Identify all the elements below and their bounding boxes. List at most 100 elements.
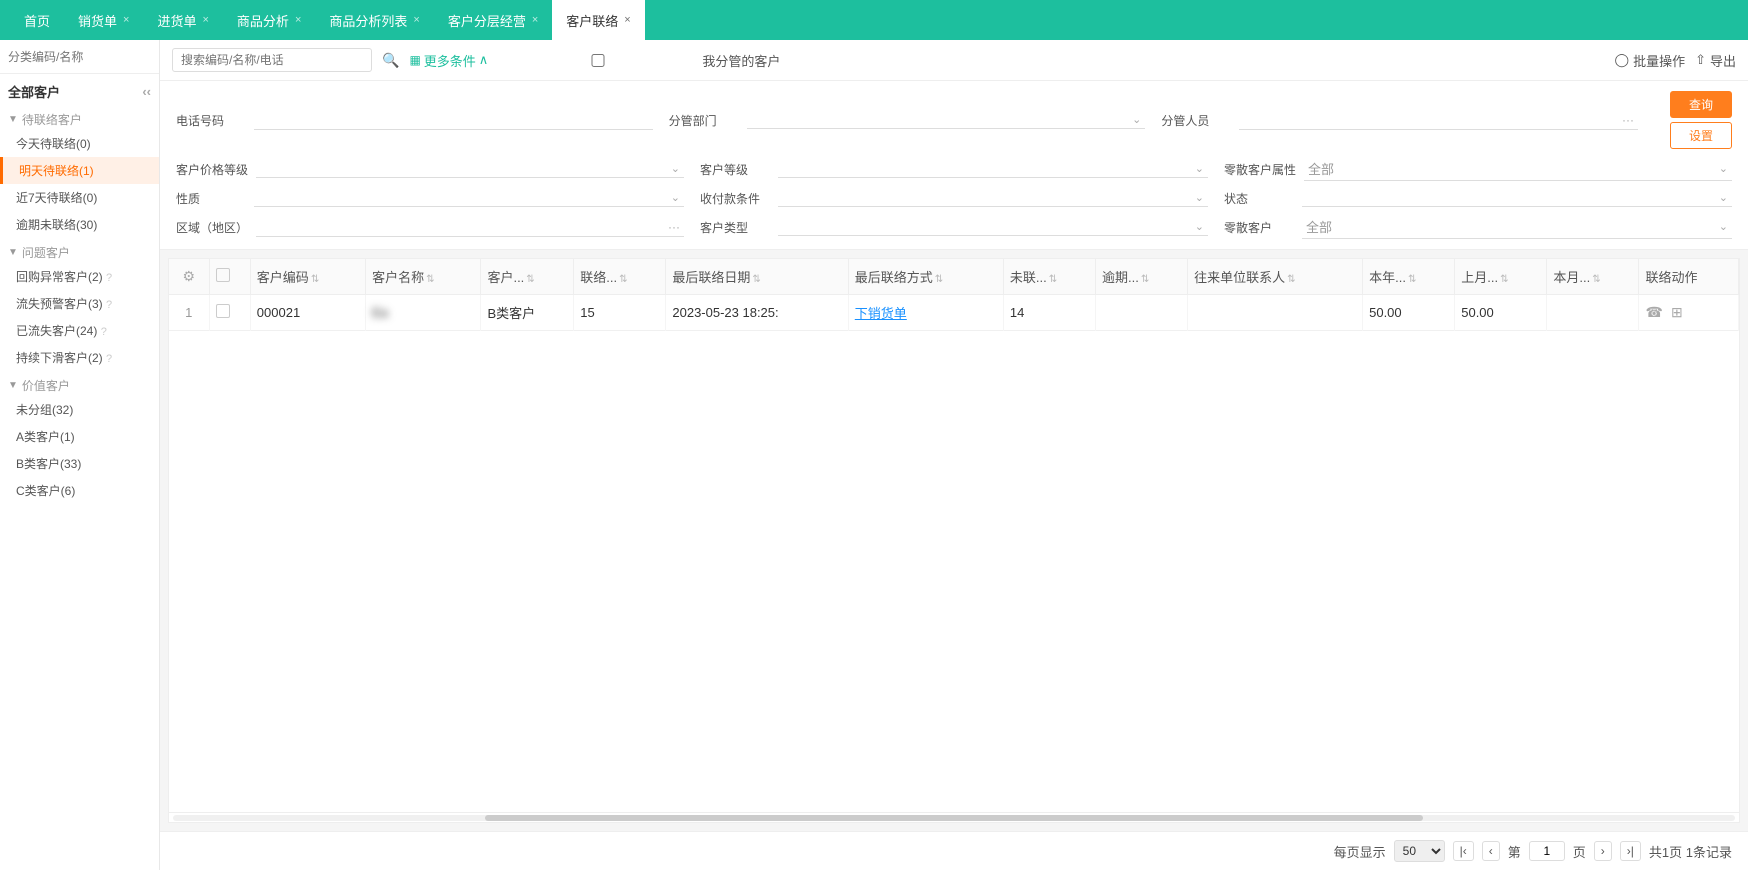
nav-close-icon-客户分层经营[interactable]: ×	[532, 14, 538, 26]
sidebar-search-input[interactable]	[8, 50, 160, 64]
nav-close-icon-客户联络[interactable]: ×	[624, 14, 630, 26]
filter-nature-label: 性质	[176, 190, 246, 207]
filter-dept-select[interactable]: ⌄	[747, 111, 1146, 129]
filter-nature-select[interactable]: ⌄	[254, 189, 684, 207]
cell-2: 000021	[250, 295, 365, 331]
filter-retail-select[interactable]: 全部⌄	[1302, 215, 1732, 239]
filter-row-3: 性质 ⌄ 收付款条件 ⌄ 状态 ⌄	[176, 189, 1732, 207]
sidebar-group-待联络客户[interactable]: ▼待联络客户	[0, 105, 159, 130]
nav-item-商品分析[interactable]: 商品分析×	[223, 0, 315, 40]
filter-region-select[interactable]: ···	[256, 218, 684, 237]
sidebar-item-B类客户(33)[interactable]: B类客户(33)	[0, 450, 159, 477]
sidebar-item-已流失客户(24)[interactable]: 已流失客户(24) ?	[0, 317, 159, 344]
filter-phone-input[interactable]	[254, 111, 653, 130]
more-action-icon[interactable]: ⊞	[1671, 304, 1683, 321]
sidebar-item-今天待联络(0)[interactable]: 今天待联络(0)	[0, 130, 159, 157]
last-page-btn[interactable]: ›|	[1620, 841, 1641, 861]
col-客户编码[interactable]: 客户编码⇅	[250, 259, 365, 295]
my-customers-checkbox[interactable]	[498, 54, 698, 67]
nav-close-icon-商品分析列表[interactable]: ×	[413, 14, 419, 26]
nav-item-销货单[interactable]: 销货单×	[64, 0, 143, 40]
filter-status-select[interactable]: ⌄	[1302, 189, 1732, 207]
gear-icon[interactable]: ⚙	[182, 268, 195, 284]
cell-1[interactable]	[209, 295, 250, 331]
col-客户...[interactable]: 客户...⇅	[481, 259, 574, 295]
filter-customer-level-select[interactable]: ⌄	[778, 160, 1208, 178]
query-btn[interactable]: 查询	[1670, 91, 1732, 118]
page-input[interactable]	[1529, 841, 1565, 861]
dept-caret-icon: ⌄	[1132, 113, 1141, 126]
contact-icon[interactable]: ☎	[1645, 304, 1662, 321]
region-more-icon[interactable]: ···	[668, 220, 680, 234]
cell-12: 50.00	[1455, 295, 1547, 331]
all-customers-header: 全部客户 ‹‹	[0, 74, 159, 105]
filter-payment-select[interactable]: ⌄	[778, 189, 1208, 207]
nav-item-进货单[interactable]: 进货单×	[143, 0, 222, 40]
row-checkbox[interactable]	[216, 304, 230, 318]
help-icon[interactable]: ?	[106, 299, 112, 311]
sidebar-item-明天待联络(1)[interactable]: 明天待联络(1)	[0, 157, 159, 184]
col-客户名称[interactable]: 客户名称⇅	[366, 259, 481, 295]
col-最后联络日期[interactable]: 最后联络日期⇅	[666, 259, 848, 295]
col-往来单位联系人[interactable]: 往来单位联系人⇅	[1188, 259, 1363, 295]
nav-close-icon-商品分析[interactable]: ×	[295, 14, 301, 26]
col-最后联络方式[interactable]: 最后联络方式⇅	[848, 259, 1003, 295]
nav-item-商品分析列表[interactable]: 商品分析列表×	[315, 0, 433, 40]
person-more-icon[interactable]: ···	[1622, 113, 1634, 127]
sidebar-item-未分组(32)[interactable]: 未分组(32)	[0, 396, 159, 423]
sidebar-item-逾期未联络(30)[interactable]: 逾期未联络(30)	[0, 211, 159, 238]
sidebar-item-近7天待联络(0)[interactable]: 近7天待联络(0)	[0, 184, 159, 211]
help-icon[interactable]: ?	[106, 353, 112, 365]
col-本月...[interactable]: 本月...⇅	[1547, 259, 1639, 295]
help-icon[interactable]: ?	[101, 326, 107, 338]
filter-region-field: 区域（地区） ···	[176, 218, 684, 237]
nav-item-客户分层经营[interactable]: 客户分层经营×	[434, 0, 552, 40]
more-filter-btn[interactable]: ▦ 更多条件 ∧	[409, 51, 488, 70]
sidebar-item-A类客户(1)[interactable]: A类客户(1)	[0, 423, 159, 450]
filter-dept-field: 分管部门 ⌄	[669, 111, 1146, 129]
prev-page-btn[interactable]: ‹	[1482, 841, 1500, 861]
filter-type-select[interactable]: ⌄	[778, 218, 1208, 236]
table-body: 1000021EaB类客户152023-05-23 18:25:下销货单1450…	[169, 295, 1739, 331]
cell-4: B类客户	[481, 295, 574, 331]
export-btn[interactable]: ⇧ 导出	[1695, 51, 1736, 70]
nav-close-icon-进货单[interactable]: ×	[202, 14, 208, 26]
nav-close-icon-销货单[interactable]: ×	[123, 14, 129, 26]
col-上月...[interactable]: 上月...⇅	[1455, 259, 1547, 295]
col-逾期...[interactable]: 逾期...⇅	[1096, 259, 1188, 295]
filter-status-field: 状态 ⌄	[1224, 189, 1732, 207]
search-icon-btn[interactable]: 🔍	[382, 52, 399, 69]
sort-icon: ⇅	[752, 274, 760, 285]
sidebar-item-C类客户(6)[interactable]: C类客户(6)	[0, 477, 159, 504]
first-page-btn[interactable]: |‹	[1453, 841, 1474, 861]
help-icon[interactable]: ?	[106, 272, 112, 284]
my-customers-checkbox-label[interactable]: 我分管的客户	[498, 51, 780, 70]
per-page-select[interactable]: 50 100 200	[1394, 840, 1445, 862]
horizontal-scrollbar[interactable]	[169, 812, 1739, 822]
col-本年...[interactable]: 本年...⇅	[1363, 259, 1455, 295]
batch-op-btn[interactable]: ◯ 批量操作	[1615, 51, 1686, 70]
cell-14: ☎⊞	[1639, 295, 1739, 331]
filter-retail-attr-select[interactable]: 全部⌄	[1304, 157, 1732, 181]
col-未联...[interactable]: 未联...⇅	[1003, 259, 1095, 295]
col-	[209, 259, 250, 295]
sidebar-group-问题客户[interactable]: ▼问题客户	[0, 238, 159, 263]
sidebar-item-回购异常客户(2)[interactable]: 回购异常客户(2) ?	[0, 263, 159, 290]
sidebar-item-流失预警客户(3)[interactable]: 流失预警客户(3) ?	[0, 290, 159, 317]
search-input[interactable]	[172, 48, 372, 72]
reset-btn[interactable]: 设置	[1670, 122, 1732, 149]
sidebar-collapse-icon[interactable]: ‹‹	[142, 84, 151, 99]
filter-person-select[interactable]: ···	[1239, 111, 1638, 130]
search-bar-right: ◯ 批量操作 ⇧ 导出	[1615, 51, 1737, 70]
col-联络...[interactable]: 联络...⇅	[574, 259, 666, 295]
next-page-btn[interactable]: ›	[1594, 841, 1612, 861]
contact-method-link[interactable]: 下销货单	[855, 306, 907, 321]
nav-item-客户联络[interactable]: 客户联络×	[552, 0, 644, 40]
sidebar-group-价值客户[interactable]: ▼价值客户	[0, 371, 159, 396]
scrollbar-thumb[interactable]	[485, 815, 1422, 821]
sidebar-item-持续下滑客户(2)[interactable]: 持续下滑客户(2) ?	[0, 344, 159, 371]
nav-item-首页[interactable]: 首页	[10, 0, 64, 40]
filter-price-level-select[interactable]: ⌄	[256, 160, 684, 178]
cell-6: 2023-05-23 18:25:	[666, 295, 848, 331]
header-checkbox[interactable]	[216, 268, 230, 282]
